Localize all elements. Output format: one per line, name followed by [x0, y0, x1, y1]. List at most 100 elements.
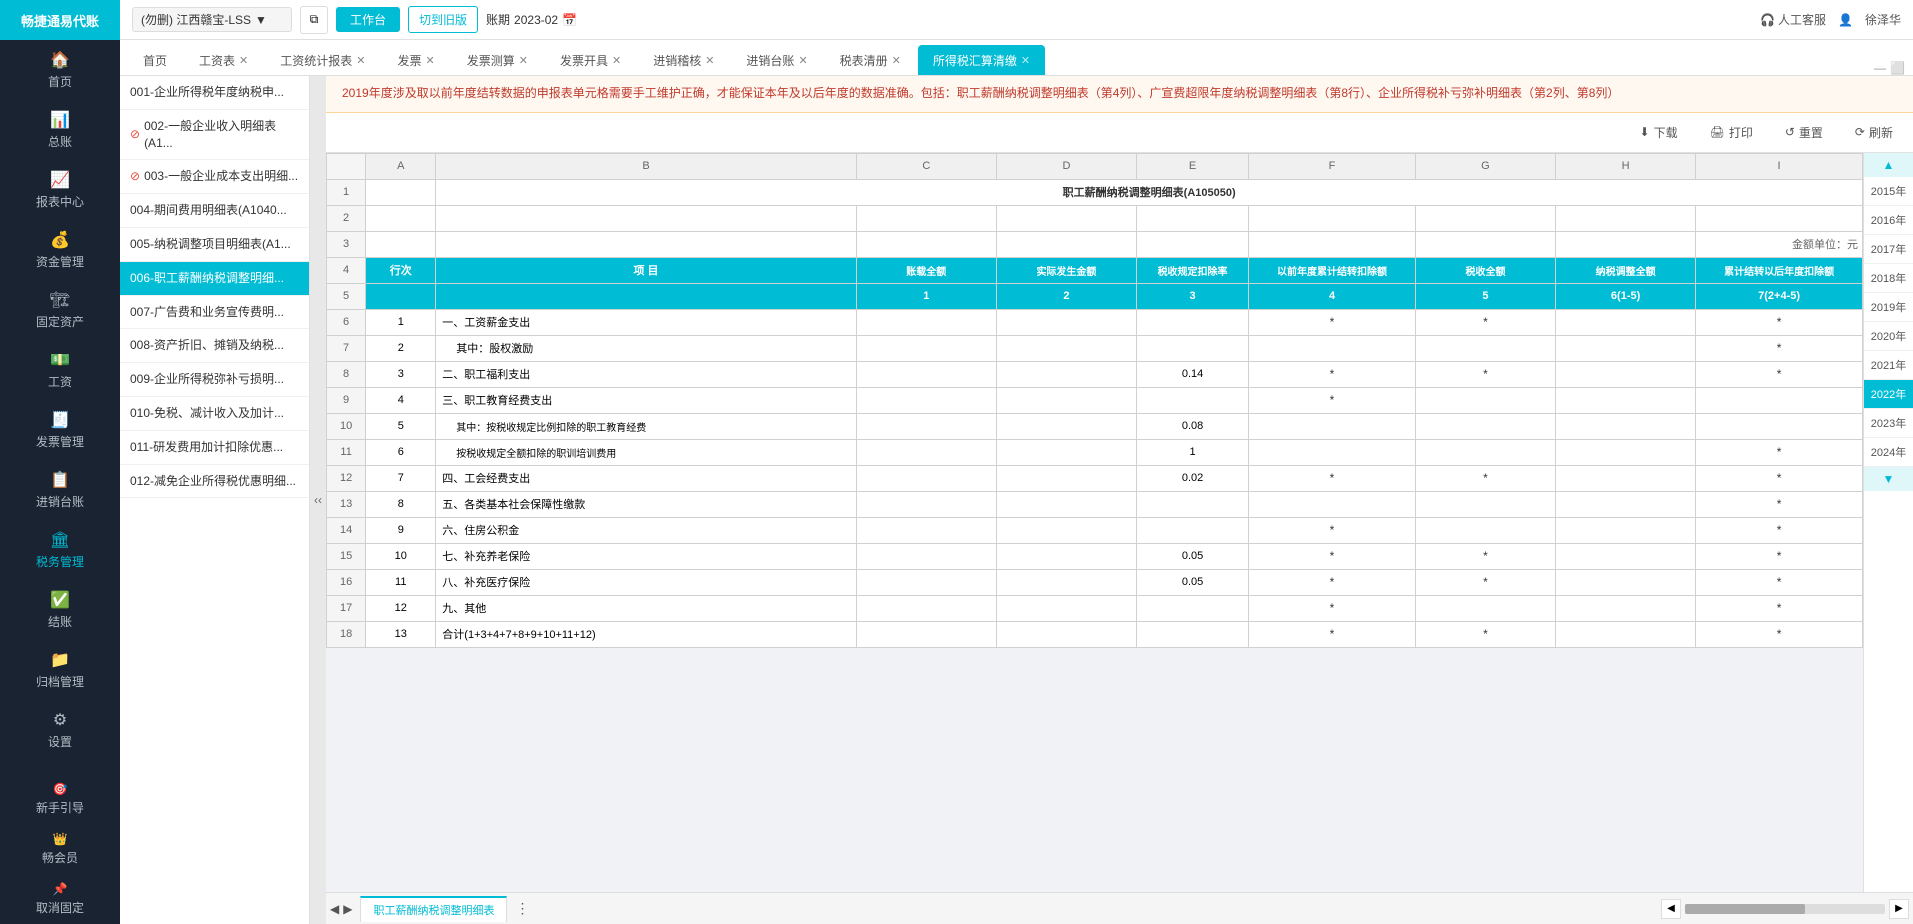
cell-c[interactable]: [856, 569, 996, 595]
cell-g[interactable]: *: [1415, 465, 1555, 491]
cell-h[interactable]: [1556, 569, 1696, 595]
year-2022[interactable]: 2022年: [1864, 380, 1913, 409]
cancel-fixed-btn[interactable]: 📌 取消固定: [0, 874, 120, 924]
cell-i[interactable]: [1696, 413, 1863, 439]
cell-B2[interactable]: [436, 205, 856, 231]
maximize-window-icon[interactable]: ⬜: [1890, 61, 1905, 75]
tab-close-icon[interactable]: ✕: [1021, 54, 1030, 67]
sheet-more-icon[interactable]: ⋮: [507, 896, 537, 921]
cell-D3[interactable]: [996, 231, 1136, 257]
list-item-010[interactable]: 010-免税、减计收入及加计...: [120, 397, 309, 431]
list-item-008[interactable]: 008-资产折旧、摊销及纳税...: [120, 329, 309, 363]
cell-i[interactable]: *: [1696, 361, 1863, 387]
sheet-nav-next[interactable]: ▶: [343, 902, 352, 916]
cell-h[interactable]: [1556, 335, 1696, 361]
cell-hangci[interactable]: 9: [366, 517, 436, 543]
cell-d[interactable]: [996, 361, 1136, 387]
cell-c[interactable]: [856, 517, 996, 543]
cell-i[interactable]: *: [1696, 439, 1863, 465]
cell-c[interactable]: [856, 335, 996, 361]
sidebar-item-purchase-sales[interactable]: 📋 进销台账: [0, 460, 120, 520]
cell-B3[interactable]: [436, 231, 856, 257]
sidebar-item-archive[interactable]: 📁 归档管理: [0, 640, 120, 700]
cell-d[interactable]: [996, 439, 1136, 465]
list-item-001[interactable]: 001-企业所得税年度纳税申...: [120, 76, 309, 110]
tab-salary-table[interactable]: 工资表 ✕: [184, 45, 263, 75]
cell-hangci[interactable]: 13: [366, 621, 436, 647]
cell-f[interactable]: *: [1249, 309, 1416, 335]
cell-G2[interactable]: [1415, 205, 1555, 231]
print-button[interactable]: 🖨 打印: [1702, 120, 1761, 145]
tab-invoice-calc[interactable]: 发票测算 ✕: [452, 45, 543, 75]
cell-f[interactable]: *: [1249, 543, 1416, 569]
list-item-002[interactable]: ⊘ 002-一般企业收入明细表(A1...: [120, 110, 309, 161]
cell-d[interactable]: [996, 621, 1136, 647]
list-item-012[interactable]: 012-减免企业所得税优惠明细...: [120, 465, 309, 499]
cell-g[interactable]: [1415, 491, 1555, 517]
sidebar-item-home[interactable]: 🏠 首页: [0, 40, 120, 100]
cell-label[interactable]: 其中：按税收规定比例扣除的职工教育经费: [436, 413, 856, 439]
cell-f[interactable]: *: [1249, 465, 1416, 491]
cell-d[interactable]: [996, 491, 1136, 517]
support-btn[interactable]: 🎧 人工客服: [1760, 11, 1826, 28]
company-selector[interactable]: (勿删) 江西赣宝-LSS ▼: [132, 7, 292, 32]
cell-i[interactable]: [1696, 387, 1863, 413]
cell-label[interactable]: 六、住房公积金: [436, 517, 856, 543]
cell-hangci[interactable]: 2: [366, 335, 436, 361]
user-avatar[interactable]: 👤: [1838, 13, 1853, 27]
year-2017[interactable]: 2017年: [1864, 235, 1913, 264]
cell-E3[interactable]: [1137, 231, 1249, 257]
cell-g[interactable]: [1415, 413, 1555, 439]
cell-c[interactable]: [856, 361, 996, 387]
tab-invoice-issue[interactable]: 发票开具 ✕: [545, 45, 636, 75]
cell-g[interactable]: [1415, 439, 1555, 465]
cell-d[interactable]: [996, 569, 1136, 595]
cell-C2[interactable]: [856, 205, 996, 231]
cell-c[interactable]: [856, 413, 996, 439]
cell-e[interactable]: 0.05: [1137, 569, 1249, 595]
cell-h[interactable]: [1556, 387, 1696, 413]
minimize-window-icon[interactable]: —: [1874, 61, 1886, 75]
sidebar-item-guide[interactable]: 🎯 新手引导: [0, 774, 120, 824]
sheet-content[interactable]: A B C D E F G H I 1: [326, 153, 1863, 892]
cell-g[interactable]: [1415, 595, 1555, 621]
year-2016[interactable]: 2016年: [1864, 206, 1913, 235]
year-2015[interactable]: 2015年: [1864, 177, 1913, 206]
cell-hangci[interactable]: 6: [366, 439, 436, 465]
cell-label[interactable]: 五、各类基本社会保障性缴款: [436, 491, 856, 517]
year-2024[interactable]: 2024年: [1864, 438, 1913, 467]
cell-g[interactable]: [1415, 517, 1555, 543]
cell-h[interactable]: [1556, 491, 1696, 517]
cell-g[interactable]: *: [1415, 543, 1555, 569]
year-nav-up[interactable]: ▲: [1864, 153, 1913, 177]
cell-f[interactable]: [1249, 413, 1416, 439]
cell-D2[interactable]: [996, 205, 1136, 231]
cell-H2[interactable]: [1556, 205, 1696, 231]
download-button[interactable]: ⬇ 下载: [1632, 120, 1686, 145]
cell-d[interactable]: [996, 543, 1136, 569]
tab-home[interactable]: 首页: [128, 45, 182, 75]
sidebar-item-finance[interactable]: 💰 资金管理: [0, 220, 120, 280]
cell-i[interactable]: *: [1696, 309, 1863, 335]
cell-h[interactable]: [1556, 361, 1696, 387]
cell-i[interactable]: *: [1696, 491, 1863, 517]
cell-label[interactable]: 按税收规定全额扣除的职训培训费用: [436, 439, 856, 465]
cell-H3[interactable]: [1556, 231, 1696, 257]
list-item-003[interactable]: ⊘ 003-一般企业成本支出明细...: [120, 160, 309, 194]
cell-e[interactable]: 0.02: [1137, 465, 1249, 491]
cell-f[interactable]: *: [1249, 595, 1416, 621]
list-item-011[interactable]: 011-研发费用加计扣除优惠...: [120, 431, 309, 465]
cell-d[interactable]: [996, 413, 1136, 439]
cell-g[interactable]: *: [1415, 309, 1555, 335]
tab-close-icon[interactable]: ✕: [356, 54, 365, 67]
cell-g[interactable]: [1415, 387, 1555, 413]
cell-i[interactable]: *: [1696, 595, 1863, 621]
cell-hangci[interactable]: 4: [366, 387, 436, 413]
cell-d[interactable]: [996, 517, 1136, 543]
cell-i[interactable]: *: [1696, 335, 1863, 361]
cell-h[interactable]: [1556, 439, 1696, 465]
cell-f[interactable]: [1249, 491, 1416, 517]
scroll-right-btn[interactable]: ▶: [1889, 899, 1909, 919]
cell-c[interactable]: [856, 439, 996, 465]
cell-e[interactable]: 0.05: [1137, 543, 1249, 569]
